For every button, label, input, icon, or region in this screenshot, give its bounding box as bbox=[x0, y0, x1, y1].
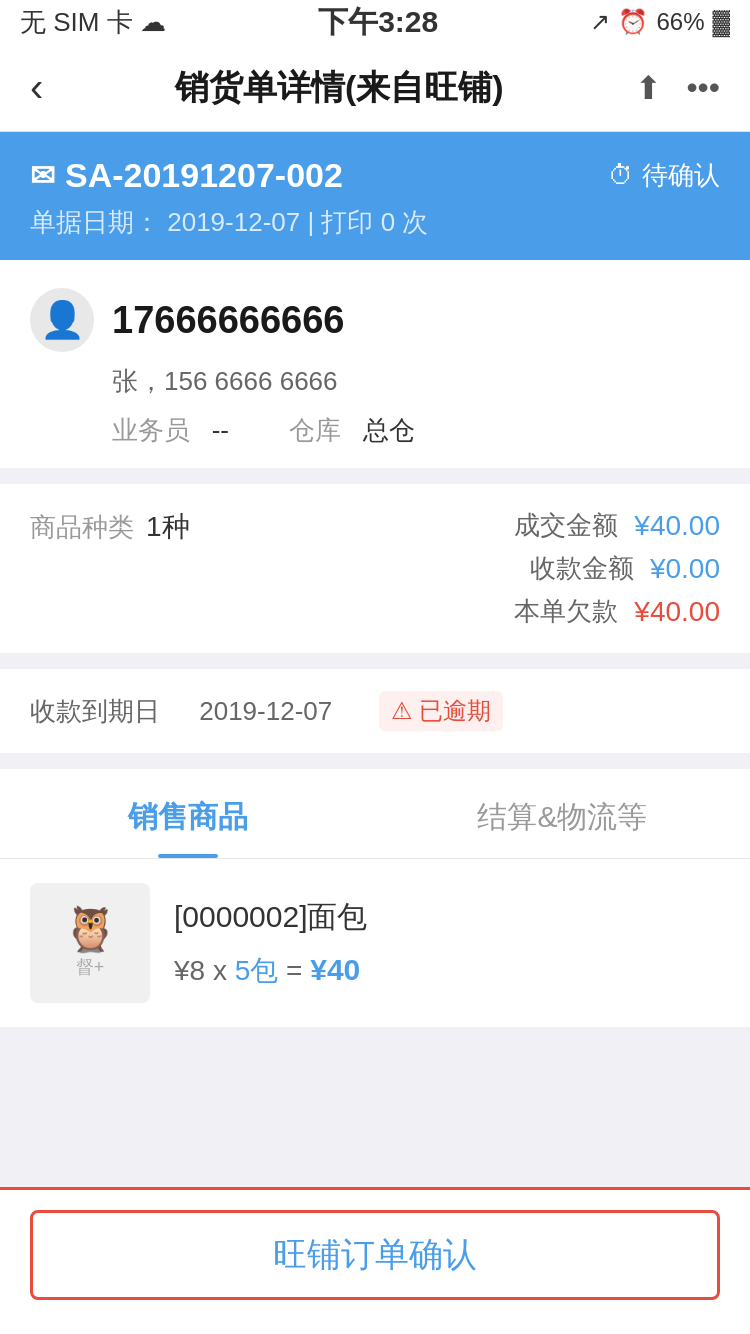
battery-status: 66% bbox=[656, 8, 704, 36]
due-date-section: 收款到期日 2019-12-07 ⚠ 已逾期 bbox=[0, 669, 750, 753]
due-date-value: 2019-12-07 bbox=[199, 696, 332, 727]
order-date-value: 2019-12-07 bbox=[167, 207, 300, 237]
nav-actions: ⬆ ••• bbox=[635, 69, 720, 107]
tab-products[interactable]: 销售商品 bbox=[0, 769, 375, 858]
order-id-text: SA-20191207-002 bbox=[65, 156, 343, 195]
due-date-label: 收款到期日 bbox=[30, 694, 160, 729]
product-name: [0000002]面包 bbox=[174, 897, 720, 938]
product-price: ¥8 x 5包 = ¥40 bbox=[174, 952, 720, 990]
order-date-row: 单据日期： 2019-12-07 | 打印 0 次 bbox=[30, 205, 720, 240]
overdue-badge: ⚠ 已逾期 bbox=[379, 691, 503, 731]
customer-section: 👤 17666666666 张，156 6666 6666 业务员 -- 仓库 … bbox=[0, 260, 750, 468]
product-info: [0000002]面包 ¥8 x 5包 = ¥40 bbox=[174, 897, 720, 990]
amounts-right: 成交金额 ¥40.00 收款金额 ¥0.00 本单欠款 ¥40.00 bbox=[514, 508, 720, 629]
print-label: | 打印 bbox=[307, 207, 373, 237]
deal-amount-value: ¥40.00 bbox=[634, 510, 720, 542]
status-left: 无 SIM 卡 ☁ bbox=[20, 5, 166, 40]
status-text: 待确认 bbox=[642, 158, 720, 193]
confirm-order-button[interactable]: 旺铺订单确认 bbox=[30, 1210, 720, 1300]
equals-sign: = bbox=[278, 955, 310, 986]
product-section: 🦉 督+ [0000002]面包 ¥8 x 5包 = ¥40 bbox=[0, 859, 750, 1027]
price-label: ¥8 x bbox=[174, 955, 235, 986]
status-clock-icon: ⏱ bbox=[608, 160, 634, 191]
collected-amount-value: ¥0.00 bbox=[650, 553, 720, 585]
balance-row: 本单欠款 ¥40.00 bbox=[514, 594, 720, 629]
warehouse-value: 总仓 bbox=[363, 415, 415, 445]
amount-section: 商品种类 1种 成交金额 ¥40.00 收款金额 ¥0.00 本单欠款 ¥40.… bbox=[0, 484, 750, 653]
customer-meta: 业务员 -- 仓库 总仓 bbox=[30, 413, 720, 448]
deal-amount-row: 成交金额 ¥40.00 bbox=[514, 508, 720, 543]
product-thumbnail: 🦉 督+ bbox=[30, 883, 150, 1003]
order-status: ⏱ 待确认 bbox=[608, 158, 720, 193]
goods-type-value: 1种 bbox=[146, 508, 190, 546]
tab-settlement[interactable]: 结算&物流等 bbox=[375, 769, 750, 858]
date-label: 单据日期： bbox=[30, 207, 160, 237]
overdue-text: 已逾期 bbox=[419, 695, 491, 727]
battery-icon: ▓ bbox=[713, 8, 731, 36]
nav-bar: ‹ 销货单详情(来自旺铺) ⬆ ••• bbox=[0, 44, 750, 132]
order-icon: ✉ bbox=[30, 158, 55, 193]
alarm-icon: ⏰ bbox=[618, 8, 648, 36]
customer-name: 张，156 6666 6666 bbox=[30, 364, 720, 399]
sim-status: 无 SIM 卡 ☁ bbox=[20, 5, 166, 40]
product-total: ¥40 bbox=[310, 953, 360, 986]
product-item: 🦉 督+ [0000002]面包 ¥8 x 5包 = ¥40 bbox=[30, 883, 720, 1003]
back-button[interactable]: ‹ bbox=[30, 65, 43, 110]
collected-amount-row: 收款金额 ¥0.00 bbox=[530, 551, 720, 586]
thumb-logo: 🦉 bbox=[63, 907, 118, 951]
status-bar: 无 SIM 卡 ☁ 下午3:28 ↗ ⏰ 66% ▓ bbox=[0, 0, 750, 44]
share-icon[interactable]: ⬆ bbox=[635, 69, 662, 107]
status-right: ↗ ⏰ 66% ▓ bbox=[590, 8, 730, 36]
page-title: 销货单详情(来自旺铺) bbox=[175, 65, 504, 111]
bottom-action-bar: 旺铺订单确认 bbox=[0, 1187, 750, 1334]
overdue-icon: ⚠ bbox=[391, 697, 413, 725]
location-icon: ↗ bbox=[590, 8, 610, 36]
tabs-bar: 销售商品 结算&物流等 bbox=[0, 769, 750, 859]
order-id-row: ✉ SA-20191207-002 bbox=[30, 156, 343, 195]
sales-value: -- bbox=[212, 415, 229, 445]
sales-label: 业务员 -- bbox=[112, 413, 229, 448]
avatar-icon: 👤 bbox=[40, 299, 85, 341]
avatar: 👤 bbox=[30, 288, 94, 352]
print-suffix: 次 bbox=[402, 207, 428, 237]
status-time: 下午3:28 bbox=[318, 2, 438, 43]
more-icon[interactable]: ••• bbox=[686, 69, 720, 106]
warehouse-info: 仓库 总仓 bbox=[289, 413, 415, 448]
product-qty: 5包 bbox=[235, 955, 279, 986]
order-header-card: ✉ SA-20191207-002 ⏱ 待确认 单据日期： 2019-12-07… bbox=[0, 132, 750, 260]
balance-value: ¥40.00 bbox=[634, 596, 720, 628]
thumb-text: 督+ bbox=[63, 955, 118, 979]
customer-phone: 17666666666 bbox=[112, 299, 344, 342]
print-count: 0 bbox=[381, 207, 395, 237]
goods-type: 商品种类 1种 bbox=[30, 508, 190, 546]
